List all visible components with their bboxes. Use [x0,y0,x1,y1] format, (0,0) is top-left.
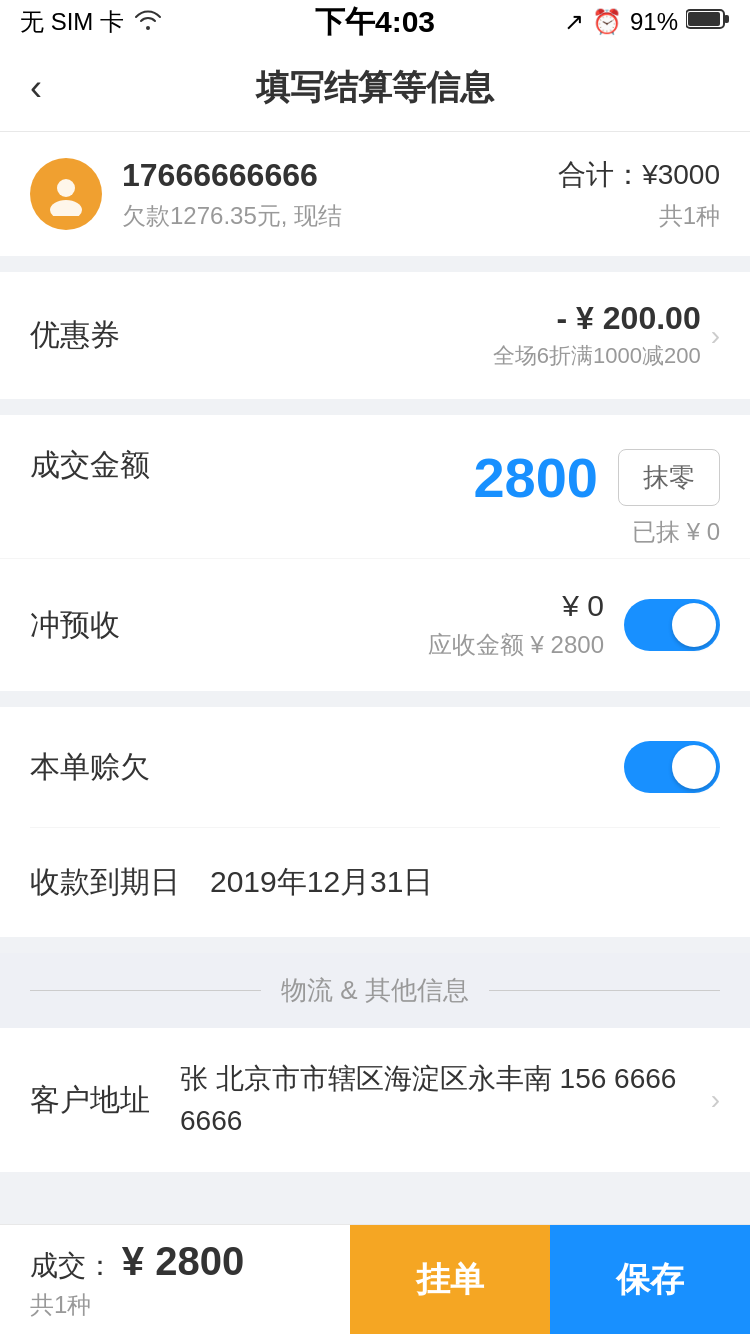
bottom-bar: 成交： ¥ 2800 共1种 挂单 保存 [0,1224,750,1334]
save-button[interactable]: 保存 [550,1225,750,1335]
transaction-sub: 已抹 ¥ 0 [473,516,720,548]
user-info-row: 17666666666 欠款1276.35元, 现结 合计：¥3000 共1种 [0,132,750,256]
due-date-value: 2019年12月31日 [210,862,433,903]
coupon-detail: - ¥ 200.00 全场6折满1000减200 [493,300,701,371]
coupon-right: - ¥ 200.00 全场6折满1000减200 › [493,300,720,371]
logistics-divider: 物流 & 其他信息 [0,953,750,1028]
pre-receive-sub: 应收金额 ¥ 2800 [428,629,604,661]
bottom-deal-line: 成交： ¥ 2800 [30,1239,320,1285]
address-value: 张 北京市市辖区海淀区永丰南 156 6666 6666 [180,1058,711,1142]
debt-label: 本单赊欠 [30,747,150,788]
pre-receive-row: 冲预收 ¥ 0 应收金额 ¥ 2800 [0,559,750,691]
divider-line-right [489,990,720,991]
user-detail: 17666666666 欠款1276.35元, 现结 [122,157,342,232]
debt-section: 本单赊欠 收款到期日 2019年12月31日 [0,707,750,937]
alarm-icon: ⏰ [592,8,622,36]
status-bar-time: 下午4:03 [315,2,435,43]
section-divider: 物流 & 其他信息 [0,953,750,1028]
user-phone: 17666666666 [122,157,342,194]
bottom-summary: 成交： ¥ 2800 共1种 [0,1239,350,1321]
user-total: 合计：¥3000 共1种 [558,156,720,232]
svg-rect-1 [724,15,729,23]
nav-bar: ‹ 填写结算等信息 [0,44,750,132]
pre-receive-amount-block: ¥ 0 应收金额 ¥ 2800 [428,589,604,661]
transaction-label: 成交金额 [30,445,150,486]
svg-rect-2 [688,12,720,26]
avatar [30,158,102,230]
hang-button[interactable]: 挂单 [350,1225,550,1335]
svg-point-4 [50,200,82,216]
location-icon: ↗ [564,8,584,36]
debt-row: 本单赊欠 [0,707,750,827]
coupon-amount: - ¥ 200.00 [493,300,701,337]
pre-receive-top: 冲预收 ¥ 0 应收金额 ¥ 2800 [30,589,720,661]
debt-toggle[interactable] [624,741,720,793]
status-bar-right: ↗ ⏰ 91% [564,8,730,36]
bottom-deal-label: 成交： [30,1250,114,1281]
coupon-label: 优惠券 [30,315,120,356]
transaction-amount: 2800 [473,445,598,510]
pre-receive-amount: ¥ 0 [428,589,604,623]
coupon-row[interactable]: 优惠券 - ¥ 200.00 全场6折满1000减200 › [0,272,750,399]
amount-section: 成交金额 2800 抹零 已抹 ¥ 0 冲预收 ¥ 0 应收金额 ¥ 2800 [0,415,750,691]
back-button[interactable]: ‹ [30,67,42,109]
wifi-icon [134,8,162,36]
round-zero-button[interactable]: 抹零 [618,449,720,506]
address-label: 客户地址 [30,1080,150,1121]
address-row[interactable]: 客户地址 张 北京市市辖区海淀区永丰南 156 6666 6666 › [0,1028,750,1172]
transaction-row: 成交金额 2800 抹零 已抹 ¥ 0 [0,415,750,559]
battery-percent: 91% [630,8,678,36]
status-bar: 无 SIM 卡 下午4:03 ↗ ⏰ 91% [0,0,750,44]
coupon-chevron-icon: › [711,320,720,352]
due-date-label: 收款到期日 [30,862,180,903]
content-area: 17666666666 欠款1276.35元, 现结 合计：¥3000 共1种 … [0,132,750,1334]
coupon-sub: 全场6折满1000减200 [493,341,701,371]
pre-receive-label: 冲预收 [30,605,120,646]
user-info-left: 17666666666 欠款1276.35元, 现结 [30,157,342,232]
due-date-row: 收款到期日 2019年12月31日 [0,828,750,937]
logistics-label: 物流 & 其他信息 [281,973,469,1008]
address-chevron-icon: › [711,1084,720,1116]
total-amount: 合计：¥3000 [558,156,720,194]
signal-text: 无 SIM 卡 [20,6,124,38]
page-title: 填写结算等信息 [256,65,494,111]
transaction-amount-col: 2800 抹零 已抹 ¥ 0 [473,445,720,548]
user-sub: 欠款1276.35元, 现结 [122,200,342,232]
status-bar-left: 无 SIM 卡 [20,6,162,38]
battery-icon [686,8,730,36]
total-count: 共1种 [558,200,720,232]
svg-point-3 [57,179,75,197]
bottom-amount: ¥ 2800 [122,1239,244,1283]
bottom-count: 共1种 [30,1289,320,1321]
pre-receive-toggle[interactable] [624,599,720,651]
divider-line-left [30,990,261,991]
